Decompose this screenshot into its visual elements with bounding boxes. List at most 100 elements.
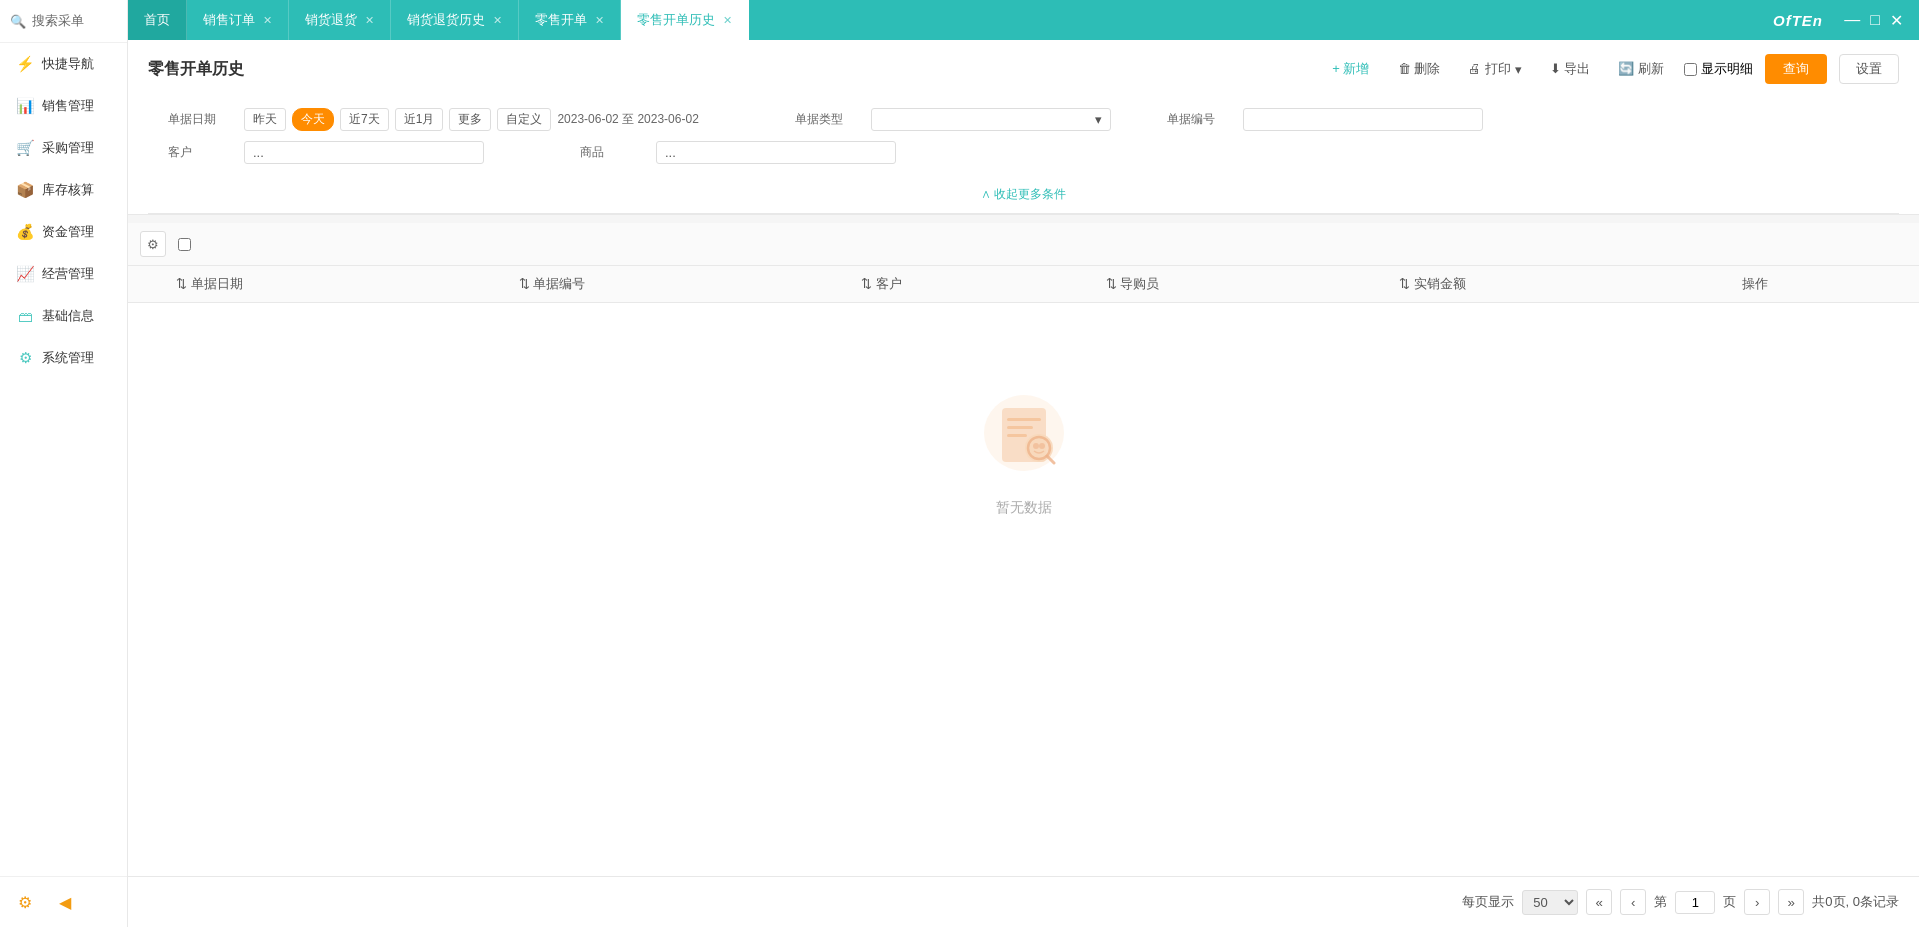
total-info: 共0页, 0条记录 (1812, 893, 1899, 911)
settings-button[interactable]: 设置 (1839, 54, 1899, 84)
sidebar-item-sales-mgmt[interactable]: 📊 销售管理 (0, 85, 127, 127)
sidebar-item-quick-nav[interactable]: ⚡ 快捷导航 (0, 43, 127, 85)
sidebar-item-label: 快捷导航 (42, 55, 94, 73)
tab-home[interactable]: 首页 (128, 0, 187, 40)
date-btn-custom[interactable]: 自定义 (497, 108, 551, 131)
settings-bottom-icon[interactable]: ⚙ (10, 887, 40, 917)
column-settings-button[interactable]: ⚙ (140, 231, 166, 257)
tab-sales-order[interactable]: 销售订单 ✕ (187, 0, 289, 40)
last-page-icon: » (1788, 895, 1795, 910)
content-area: 零售开单历史 + 新增 🗑 删除 🖨 打印 ▾ ⬇ 导出 (128, 40, 1919, 927)
product-filter-select[interactable]: ... (656, 141, 896, 164)
refresh-button[interactable]: 🔄 刷新 (1610, 56, 1672, 82)
page-size-select[interactable]: 20 50 100 (1522, 890, 1578, 915)
th-actual-amount[interactable]: ⇅ 实销金额 (1387, 266, 1730, 303)
th-number[interactable]: ⇅ 单据编号 (507, 266, 850, 303)
table-header-row: ⇅ 单据日期 ⇅ 单据编号 ⇅ 客户 ⇅ (128, 266, 1919, 303)
type-filter-select[interactable]: ▾ (871, 108, 1111, 131)
empty-icon (974, 383, 1074, 483)
collapse-filter-bar[interactable]: ∧ 收起更多条件 (148, 182, 1899, 214)
table-container: ⚙ ⇅ 单据日期 ⇅ 单据编号 (128, 223, 1919, 876)
tab-sales-return-history[interactable]: 销货退货历史 ✕ (391, 0, 519, 40)
svg-point-8 (1033, 443, 1039, 449)
display-detail-label: 显示明细 (1701, 60, 1753, 78)
sidebar-search[interactable]: 🔍 搜索采单 (0, 0, 127, 43)
tab-sales-return-history-close[interactable]: ✕ (493, 14, 502, 27)
date-range-display: 2023-06-02 至 2023-06-02 (557, 111, 698, 128)
th-date[interactable]: ⇅ 单据日期 (164, 266, 507, 303)
add-button[interactable]: + 新增 (1324, 56, 1377, 82)
sidebar-item-purchase-mgmt[interactable]: 🛒 采购管理 (0, 127, 127, 169)
svg-point-9 (1039, 443, 1045, 449)
prev-page-button[interactable]: ‹ (1620, 889, 1646, 915)
refresh-label: 🔄 刷新 (1618, 60, 1664, 78)
date-btn-1month[interactable]: 近1月 (395, 108, 444, 131)
tab-sales-return-close[interactable]: ✕ (365, 14, 374, 27)
type-filter-label: 单据类型 (795, 111, 855, 128)
basic-info-icon: 🗃 (16, 307, 34, 325)
product-filter-label: 商品 (580, 144, 640, 161)
tab-sales-return-label: 销货退货 (305, 11, 357, 29)
tab-retail-open[interactable]: 零售开单 ✕ (519, 0, 621, 40)
delete-button[interactable]: 🗑 删除 (1390, 56, 1449, 82)
sidebar-item-system[interactable]: ⚙ 系统管理 (0, 337, 127, 379)
brand-area: OfTEn (1773, 0, 1839, 40)
date-btn-today[interactable]: 今天 (292, 108, 334, 131)
sidebar-item-operations[interactable]: 📈 经营管理 (0, 253, 127, 295)
tab-sales-return[interactable]: 销货退货 ✕ (289, 0, 391, 40)
tab-retail-open-history[interactable]: 零售开单历史 ✕ (621, 0, 749, 40)
sidebar-search-label: 搜索采单 (32, 12, 84, 30)
date-btn-more[interactable]: 更多 (449, 108, 491, 131)
page-size-label: 每页显示 (1462, 893, 1514, 911)
window-minimize[interactable]: — (1844, 11, 1860, 29)
add-label: + 新增 (1332, 60, 1369, 78)
display-detail-checkbox[interactable] (1684, 63, 1697, 76)
last-page-button[interactable]: » (1778, 889, 1804, 915)
main-area: 首页 销售订单 ✕ 销货退货 ✕ 销货退货历史 ✕ 零售开单 ✕ 零售开单历史 … (128, 0, 1919, 927)
tab-retail-open-close[interactable]: ✕ (595, 14, 604, 27)
page-number-input[interactable] (1675, 891, 1715, 914)
prev-page-icon: ‹ (1631, 895, 1635, 910)
tab-retail-open-history-label: 零售开单历史 (637, 11, 715, 29)
tab-retail-open-label: 零售开单 (535, 11, 587, 29)
svg-rect-4 (1007, 434, 1027, 437)
table-toolbar: ⚙ (128, 223, 1919, 266)
customer-filter-select[interactable]: ... (244, 141, 484, 164)
date-btn-7days[interactable]: 近7天 (340, 108, 389, 131)
th-customer[interactable]: ⇅ 客户 (849, 266, 1093, 303)
toolbar: + 新增 🗑 删除 🖨 打印 ▾ ⬇ 导出 🔄 刷新 (1324, 54, 1899, 84)
sidebar-item-basic-info[interactable]: 🗃 基础信息 (0, 295, 127, 337)
product-filter-value: ... (665, 145, 676, 160)
export-button[interactable]: ⬇ 导出 (1542, 56, 1599, 82)
filter-area: 单据日期 昨天 今天 近7天 近1月 更多 自定义 2023-06-02 至 2… (148, 96, 1899, 182)
select-all-checkbox[interactable] (178, 238, 191, 251)
quick-nav-icon: ⚡ (16, 55, 34, 73)
sidebar-item-label: 基础信息 (42, 307, 94, 325)
tab-sales-order-close[interactable]: ✕ (263, 14, 272, 27)
next-page-button[interactable]: › (1744, 889, 1770, 915)
sidebar-item-inventory[interactable]: 📦 库存核算 (0, 169, 127, 211)
number-filter-input[interactable] (1243, 108, 1483, 131)
next-page-icon: › (1755, 895, 1759, 910)
tab-home-label: 首页 (144, 11, 170, 29)
tab-sales-return-history-label: 销货退货历史 (407, 11, 485, 29)
svg-rect-2 (1007, 418, 1041, 421)
window-maximize[interactable]: □ (1870, 11, 1880, 29)
sidebar-item-label: 采购管理 (42, 139, 94, 157)
first-page-button[interactable]: « (1586, 889, 1612, 915)
sidebar-item-label: 资金管理 (42, 223, 94, 241)
th-salesperson[interactable]: ⇅ 导购员 (1094, 266, 1388, 303)
print-dropdown-icon[interactable]: ▾ (1515, 62, 1522, 77)
sidebar-item-finance[interactable]: 💰 资金管理 (0, 211, 127, 253)
page-header: 零售开单历史 + 新增 🗑 删除 🖨 打印 ▾ ⬇ 导出 (128, 40, 1919, 215)
collapse-sidebar-icon[interactable]: ◀ (50, 887, 80, 917)
query-button[interactable]: 查询 (1765, 54, 1827, 84)
tab-retail-open-history-close[interactable]: ✕ (723, 14, 732, 27)
display-detail-toggle[interactable]: 显示明细 (1684, 60, 1753, 78)
finance-icon: 💰 (16, 223, 34, 241)
date-btn-yesterday[interactable]: 昨天 (244, 108, 286, 131)
system-icon: ⚙ (16, 349, 34, 367)
window-close[interactable]: ✕ (1890, 11, 1903, 30)
sidebar-item-label: 系统管理 (42, 349, 94, 367)
print-button[interactable]: 🖨 打印 ▾ (1460, 56, 1530, 82)
